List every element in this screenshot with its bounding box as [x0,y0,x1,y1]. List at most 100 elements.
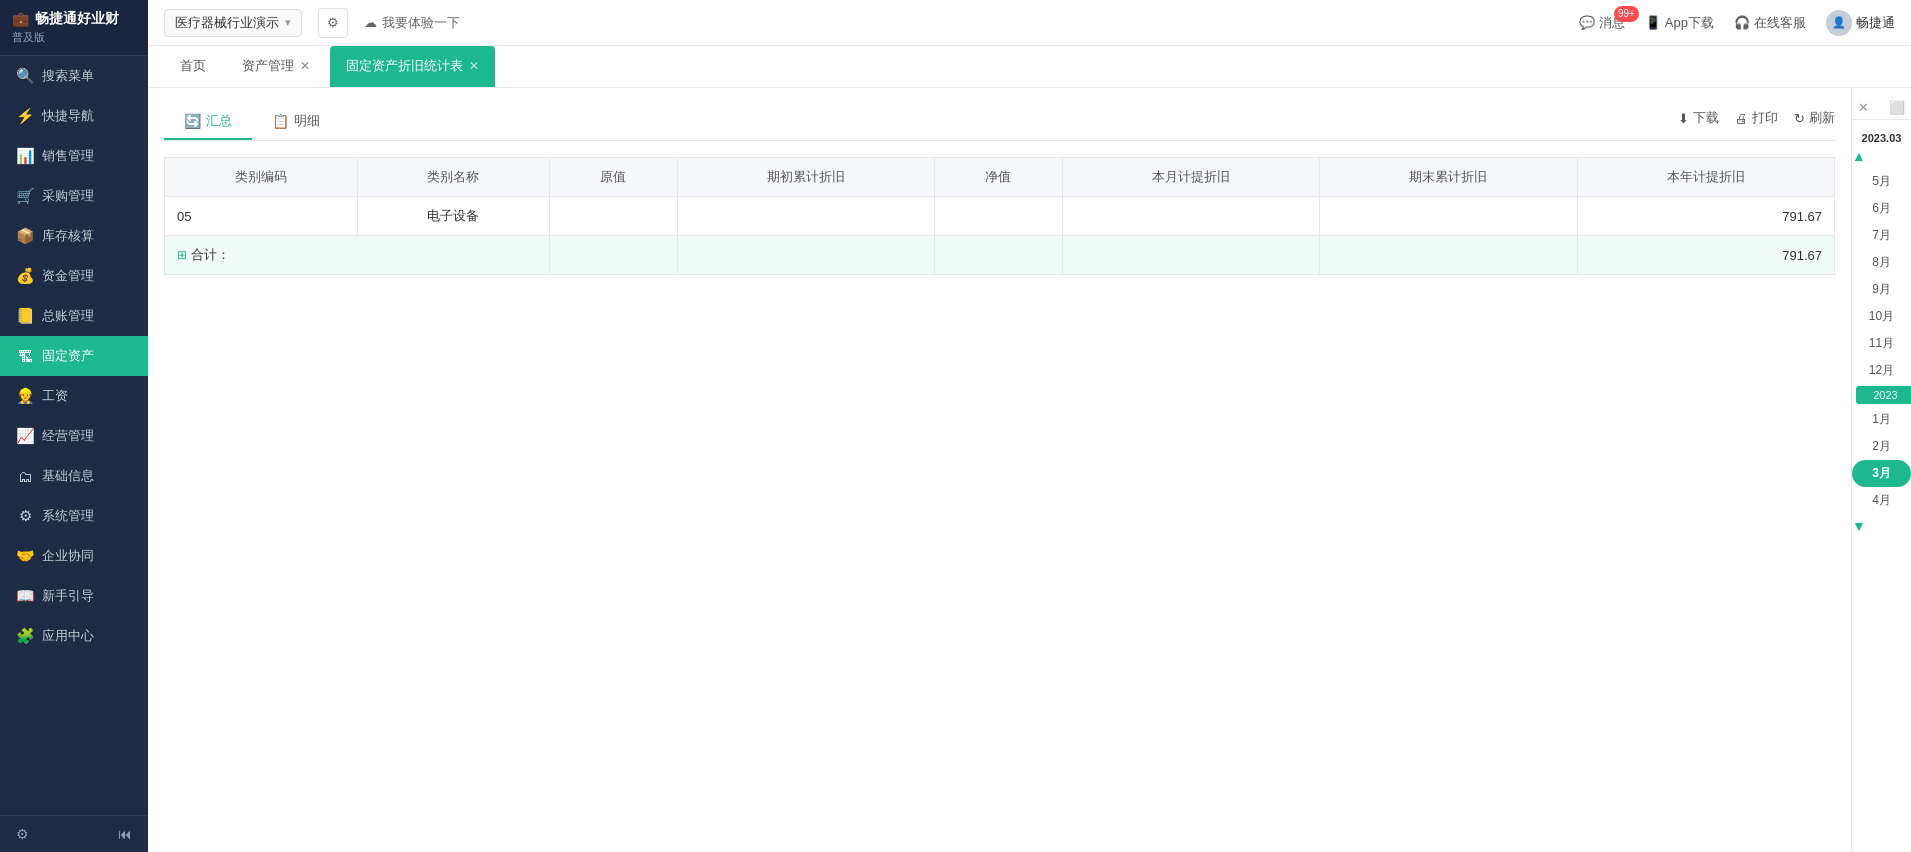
sidebar-label-2: 销售管理 [42,147,94,165]
year-2023-label: 2023 [1856,386,1911,404]
sidebar-item-库存核算[interactable]: 📦 库存核算 [0,216,148,256]
sidebar-item-工资[interactable]: 👷 工资 [0,376,148,416]
col-header-initial-accumulated: 期初累计折旧 [677,158,935,197]
cloud-icon: ☁ [364,15,377,30]
sidebar-icon-3: 🛒 [16,187,34,205]
sidebar-icon-7: 🏗 [16,348,34,365]
sidebar-item-快捷导航[interactable]: ⚡ 快捷导航 [0,96,148,136]
month-4[interactable]: 4月 [1852,487,1911,514]
month-9[interactable]: 9月 [1852,276,1911,303]
sidebar-label-9: 经营管理 [42,427,94,445]
avatar: 👤 [1826,10,1852,36]
logo-badge: 普及版 [12,30,45,45]
sidebar-item-总账管理[interactable]: 📒 总账管理 [0,296,148,336]
month-10[interactable]: 10月 [1852,303,1911,330]
aggregate-icon: ⊞ [177,248,187,262]
panel-expand-icon[interactable]: ⬜ [1889,100,1905,115]
sidebar-label-8: 工资 [42,387,68,405]
page-content: 🔄 汇总 📋 明细 ⬇ 下载 🖨 打印 [148,88,1851,852]
tab-fixed-assets-depreciation[interactable]: 固定资产折旧统计表 ✕ [330,46,495,87]
message-badge: 99+ [1614,6,1639,22]
service-label: 在线客服 [1754,14,1806,32]
col-header-name: 类别名称 [357,158,550,197]
scroll-up-icon[interactable]: ▲ [1852,148,1911,164]
sidebar-label-1: 快捷导航 [42,107,94,125]
subtotal-label: ⊞合计： [165,236,550,275]
download-label: 下载 [1693,109,1719,127]
service-button[interactable]: 🎧 在线客服 [1734,14,1806,32]
sidebar-item-固定资产[interactable]: 🏗 固定资产 [0,336,148,376]
scroll-down-icon[interactable]: ▼ [1852,518,1911,534]
tabbar: 首页 资产管理 ✕ 固定资产折旧统计表 ✕ [148,46,1911,88]
collapse-icon[interactable]: ⏮ [118,826,132,842]
print-button[interactable]: 🖨 打印 [1735,109,1778,127]
month-3-selected[interactable]: 3月 [1852,460,1911,487]
sidebar-label-10: 基础信息 [42,467,94,485]
sidebar-label-5: 资金管理 [42,267,94,285]
sidebar-icon-5: 💰 [16,267,34,285]
date-scroll[interactable]: 2023.03 ▲ 5月 6月 7月 8月 9月 10月 11月 12月 202… [1852,128,1911,844]
month-6[interactable]: 6月 [1852,195,1911,222]
cell-annual: 791.67 [1577,197,1835,236]
sidebar-label-12: 企业协同 [42,547,94,565]
main-content: 医疗器械行业演示 ▾ ⚙ ☁ 我要体验一下 💬 消息 99+ 📱 App下载 🎧… [148,0,1911,852]
message-button[interactable]: 💬 消息 99+ [1579,14,1625,32]
tab-home[interactable]: 首页 [164,46,222,87]
sidebar-label-3: 采购管理 [42,187,94,205]
panel-close-icon[interactable]: ✕ [1858,100,1869,115]
sidebar-icon-2: 📊 [16,147,34,165]
cell-net-value [935,197,1063,236]
download-button[interactable]: ⬇ 下载 [1678,109,1719,127]
topbar-settings-button[interactable]: ⚙ [318,8,348,38]
sidebar-icon-9: 📈 [16,427,34,445]
col-header-annual: 本年计提折旧 [1577,158,1835,197]
experience-button[interactable]: ☁ 我要体验一下 [364,14,460,32]
month-5[interactable]: 5月 [1852,168,1911,195]
sidebar-item-基础信息[interactable]: 🗂 基础信息 [0,456,148,496]
cell-initial-accumulated [677,197,935,236]
sidebar-label-0: 搜索菜单 [42,67,94,85]
tab-fixed-assets-depreciation-label: 固定资产折旧统计表 [346,57,463,75]
company-selector[interactable]: 医疗器械行业演示 ▾ [164,9,302,37]
headset-icon: 🎧 [1734,15,1750,30]
refresh-icon: ↻ [1794,111,1805,126]
sidebar-item-采购管理[interactable]: 🛒 采购管理 [0,176,148,216]
month-2[interactable]: 2月 [1852,433,1911,460]
sidebar-item-应用中心[interactable]: 🧩 应用中心 [0,616,148,656]
sub-tab-detail[interactable]: 📋 明细 [252,104,340,140]
app-download-button[interactable]: 📱 App下载 [1645,14,1714,32]
sidebar-item-经营管理[interactable]: 📈 经营管理 [0,416,148,456]
summary-icon: 🔄 [184,113,201,129]
tab-asset-management-close[interactable]: ✕ [300,59,310,73]
col-header-monthly: 本月计提折旧 [1062,158,1320,197]
month-1[interactable]: 1月 [1852,406,1911,433]
month-8[interactable]: 8月 [1852,249,1911,276]
user-area[interactable]: 👤 畅捷通 [1826,10,1895,36]
date-navigator-panel: ✕ ⬜ 2023.03 ▲ 5月 6月 7月 8月 9月 10月 11月 12月… [1851,88,1911,852]
refresh-button[interactable]: ↻ 刷新 [1794,109,1835,127]
sidebar-label-11: 系统管理 [42,507,94,525]
app-download-label: App下载 [1665,14,1714,32]
settings-footer-icon[interactable]: ⚙ [16,826,29,842]
tab-asset-management[interactable]: 资产管理 ✕ [226,46,326,87]
sidebar-label-6: 总账管理 [42,307,94,325]
col-header-net-value: 净值 [935,158,1063,197]
table-row: 05 电子设备 791.67 [165,197,1835,236]
sidebar-item-企业协同[interactable]: 🤝 企业协同 [0,536,148,576]
sidebar-item-资金管理[interactable]: 💰 资金管理 [0,256,148,296]
month-7[interactable]: 7月 [1852,222,1911,249]
sidebar-item-新手引导[interactable]: 📖 新手引导 [0,576,148,616]
month-12[interactable]: 12月 [1852,357,1911,384]
tab-fixed-assets-depreciation-close[interactable]: ✕ [469,59,479,73]
sidebar-item-销售管理[interactable]: 📊 销售管理 [0,136,148,176]
sidebar-icon-11: ⚙ [16,507,34,525]
sidebar-footer: ⚙ ⏮ [0,815,148,852]
sidebar-item-搜索菜单[interactable]: 🔍 搜索菜单 [0,56,148,96]
sub-tab-summary[interactable]: 🔄 汇总 [164,104,252,140]
month-11[interactable]: 11月 [1852,330,1911,357]
topbar: 医疗器械行业演示 ▾ ⚙ ☁ 我要体验一下 💬 消息 99+ 📱 App下载 🎧… [148,0,1911,46]
sidebar-icon-1: ⚡ [16,107,34,125]
sidebar-item-系统管理[interactable]: ⚙ 系统管理 [0,496,148,536]
cell-monthly [1062,197,1320,236]
cell-code: 05 [165,197,358,236]
